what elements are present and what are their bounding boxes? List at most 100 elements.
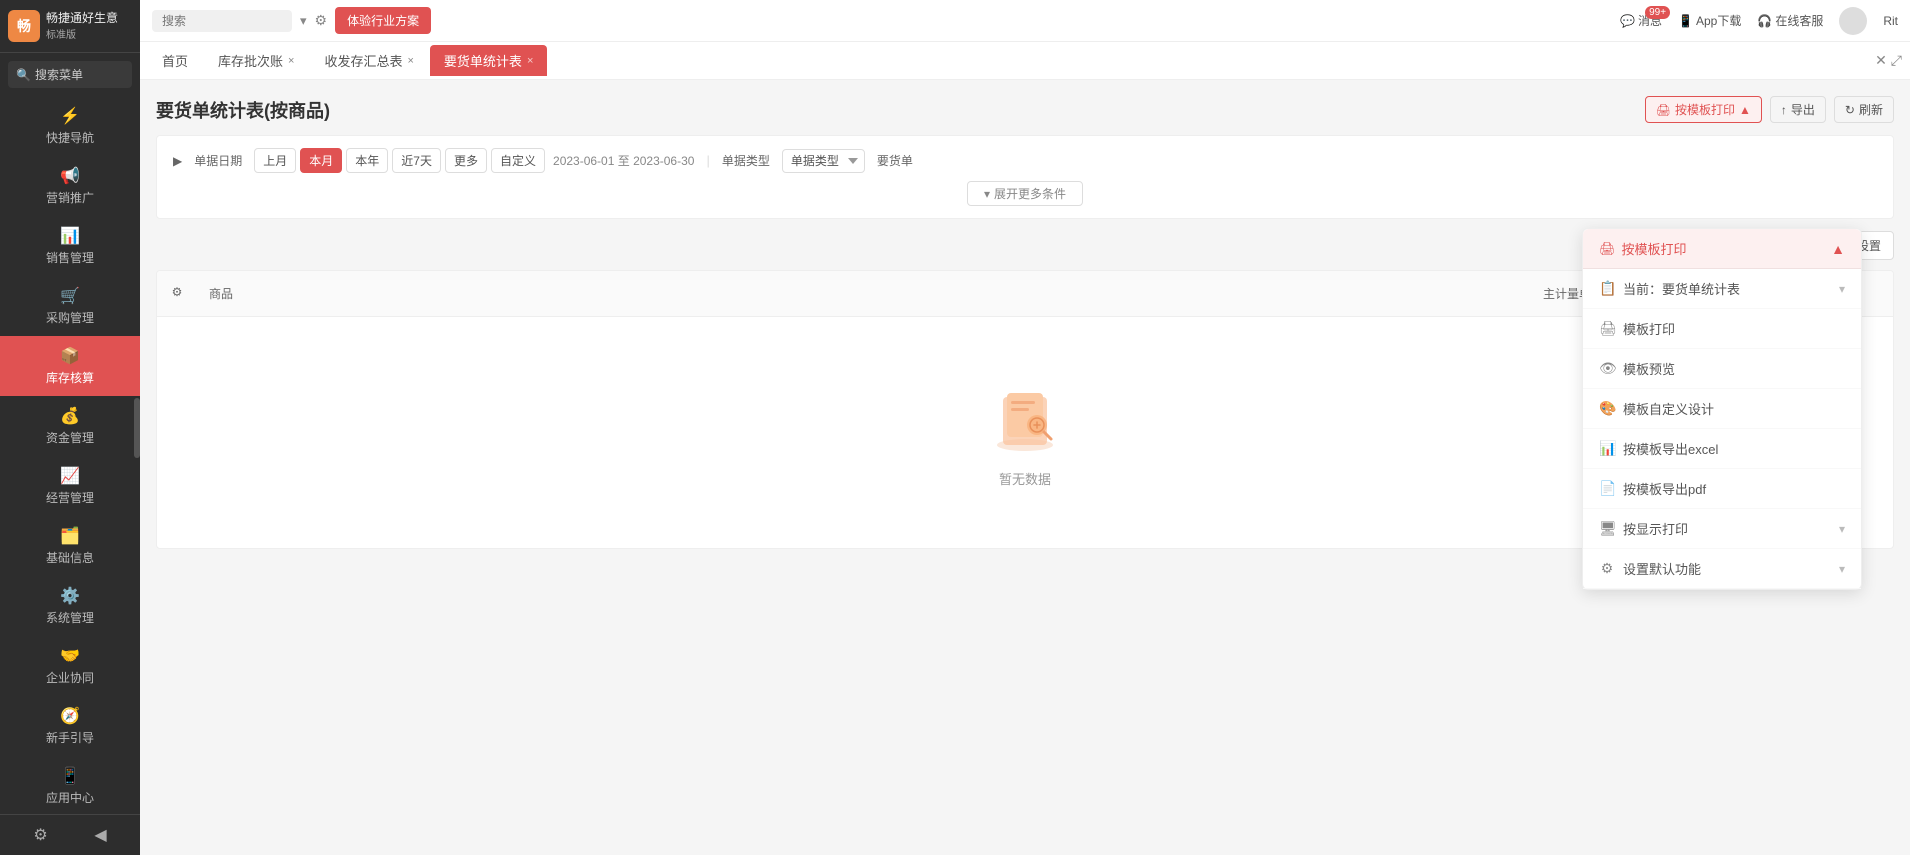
page-header: 要货单统计表(按商品) 🖨 按模板打印 ▲ ↑ 导出 ↻ 刷新 [156,96,1894,123]
print-dropdown-template-print[interactable]: 🖨 模板打印 [1583,309,1861,349]
inventory-icon: 📦 [60,346,80,366]
current-print-icon: 📋 [1599,280,1615,297]
date-current-year-button[interactable]: 本年 [346,148,388,173]
export-pdf-icon: 📄 [1599,480,1615,497]
date-more-button[interactable]: 更多 [445,148,487,173]
tab-order-stats-label: 要货单统计表 [444,51,522,70]
print-dropdown-set-default[interactable]: ⚙ 设置默认功能 ▾ [1583,549,1861,589]
guide-icon: 🧭 [60,706,80,726]
tab-home[interactable]: 首页 [148,45,202,76]
online-service-button[interactable]: 🎧 在线客服 [1757,12,1823,29]
print-dropdown-close-button[interactable]: ▲ [1831,241,1845,257]
export-pdf-label: 按模板导出pdf [1623,479,1706,498]
tabbar-close-button[interactable]: ✕ [1875,52,1887,69]
date-current-month-button[interactable]: 本月 [300,148,342,173]
app-download-label: App下载 [1696,12,1741,29]
sidebar-item-guide[interactable]: 🧭 新手引导 [0,696,140,756]
tabbar-maximize-button[interactable]: ⤢ [1891,52,1902,69]
sidebar-collapse-button[interactable]: ◀ [94,825,106,845]
print-dropdown-display-print[interactable]: 🖥 按显示打印 ▾ [1583,509,1861,549]
sidebar-item-marketing[interactable]: 📢 营销推广 [0,156,140,216]
sidebar-item-system[interactable]: ⚙️ 系统管理 [0,576,140,636]
header-gear-button[interactable]: ⚙ [315,12,328,29]
app-download-button[interactable]: 📱 App下载 [1678,12,1741,29]
set-default-arrow-icon: ▾ [1839,562,1845,576]
header-search-input[interactable] [152,10,292,32]
sidebar-item-apps[interactable]: 📱 应用中心 [0,756,140,814]
export-excel-label: 按模板导出excel [1623,439,1718,458]
date-last7-button[interactable]: 近7天 [392,148,441,173]
online-service-label: 在线客服 [1775,12,1823,29]
print-template-label: 按模板打印 [1675,101,1735,118]
print-dropdown-export-pdf[interactable]: 📄 按模板导出pdf [1583,469,1861,509]
tab-order-stats[interactable]: 要货单统计表 × [430,45,547,76]
refresh-button[interactable]: ↻ 刷新 [1834,96,1894,123]
export-button[interactable]: ↑ 导出 [1770,96,1826,123]
print-dropdown-title-text: 按模板打印 [1622,239,1687,258]
sidebar-settings-button[interactable]: ⚙ [33,825,47,845]
tab-batch-account[interactable]: 库存批次账 × [204,45,308,76]
print-dropdown-arrow: ▲ [1739,103,1751,117]
print-dropdown-template-design[interactable]: 🎨 模板自定义设计 [1583,389,1861,429]
messages-button[interactable]: 💬 消息 99+ [1620,12,1662,29]
empty-state-icon [985,377,1065,457]
header-dropdown-button[interactable]: ▾ [300,13,307,29]
date-custom-button[interactable]: 自定义 [491,148,545,173]
expand-toggle-icon[interactable]: ▶ [173,154,182,168]
sidebar-search-button[interactable]: 🔍 搜索菜单 [8,61,132,88]
order-type-select[interactable]: 单据类型 [782,149,865,173]
refresh-label: 刷新 [1859,101,1883,118]
sidebar-item-finance[interactable]: 💰 资金管理 [0,396,140,456]
print-dropdown-menu: 🖨 按模板打印 ▲ 📋 当前：要货单统计表 ▾ 🖨 模板打印 👁 模板预览 [1582,228,1862,590]
app-name: 畅捷通好生意 [46,11,118,27]
display-print-left: 🖥 按显示打印 [1599,519,1688,538]
template-design-icon: 🎨 [1599,400,1615,417]
sidebar-item-collab[interactable]: 🤝 企业协同 [0,636,140,696]
sidebar-item-purchase[interactable]: 🛒 采购管理 [0,276,140,336]
apps-icon: 📱 [60,766,80,786]
print-template-button[interactable]: 🖨 按模板打印 ▲ [1645,96,1762,123]
avatar[interactable] [1839,7,1867,35]
print-dropdown-header: 🖨 按模板打印 ▲ [1583,229,1861,269]
operations-icon: 📈 [60,466,80,486]
trial-button[interactable]: 体验行业方案 [335,7,431,34]
messages-icon: 💬 [1620,14,1635,28]
date-prev-month-button[interactable]: 上月 [254,148,296,173]
display-print-label: 按显示打印 [1623,519,1688,538]
print-dropdown-current-left: 📋 当前：要货单统计表 [1599,279,1740,298]
display-print-icon: 🖥 [1599,520,1615,537]
sidebar-item-inventory[interactable]: 📦 库存核算 [0,336,140,396]
column-settings-icon: ⚙ [172,285,183,299]
sidebar-item-quick-nav[interactable]: ⚡ 快捷导航 [0,96,140,156]
empty-text: 暂无数据 [999,469,1051,488]
tab-collect-summary-close[interactable]: × [407,55,413,67]
set-default-icon: ⚙ [1599,560,1615,577]
tab-order-stats-close[interactable]: × [527,55,533,67]
sidebar-item-sales[interactable]: 📊 销售管理 [0,216,140,276]
header-right-area: 💬 消息 99+ 📱 App下载 🎧 在线客服 Rit [1620,7,1898,35]
sidebar-item-label: 资金管理 [46,429,94,446]
export-excel-icon: 📊 [1599,440,1615,457]
sidebar-item-label: 基础信息 [46,549,94,566]
tab-collect-summary[interactable]: 收发存汇总表 × [310,45,427,76]
date-options-group: 上月 本月 本年 近7天 更多 自定义 2023-06-01 至 2023-06… [254,148,694,173]
print-dropdown-template-preview[interactable]: 👁 模板预览 [1583,349,1861,389]
set-default-label: 设置默认功能 [1623,559,1701,578]
print-dropdown-export-excel[interactable]: 📊 按模板导出excel [1583,429,1861,469]
tabbar-controls: ✕ ⤢ [1875,52,1902,69]
marketing-icon: 📢 [60,166,80,186]
sidebar-item-basics[interactable]: 🗂️ 基础信息 [0,516,140,576]
display-print-arrow-icon: ▾ [1839,522,1845,536]
tab-batch-account-close[interactable]: × [288,55,294,67]
print-dropdown-current[interactable]: 📋 当前：要货单统计表 ▾ [1583,269,1861,309]
sidebar-search-area[interactable]: 🔍 搜索菜单 [0,53,140,96]
export-label: 导出 [1791,101,1815,118]
sidebar-item-operations[interactable]: 📈 经营管理 [0,456,140,516]
expand-more-button[interactable]: ▾ 展开更多条件 [967,181,1083,206]
filter-bar: ▶ 单据日期 上月 本月 本年 近7天 更多 自定义 2023-06-01 至 … [156,135,1894,219]
sidebar-search-label: 搜索菜单 [35,66,83,83]
col-settings[interactable]: ⚙ [157,279,197,308]
tab-collect-summary-label: 收发存汇总表 [324,51,402,70]
sidebar-footer: ⚙ ◀ [0,814,140,855]
tab-batch-account-label: 库存批次账 [218,51,283,70]
